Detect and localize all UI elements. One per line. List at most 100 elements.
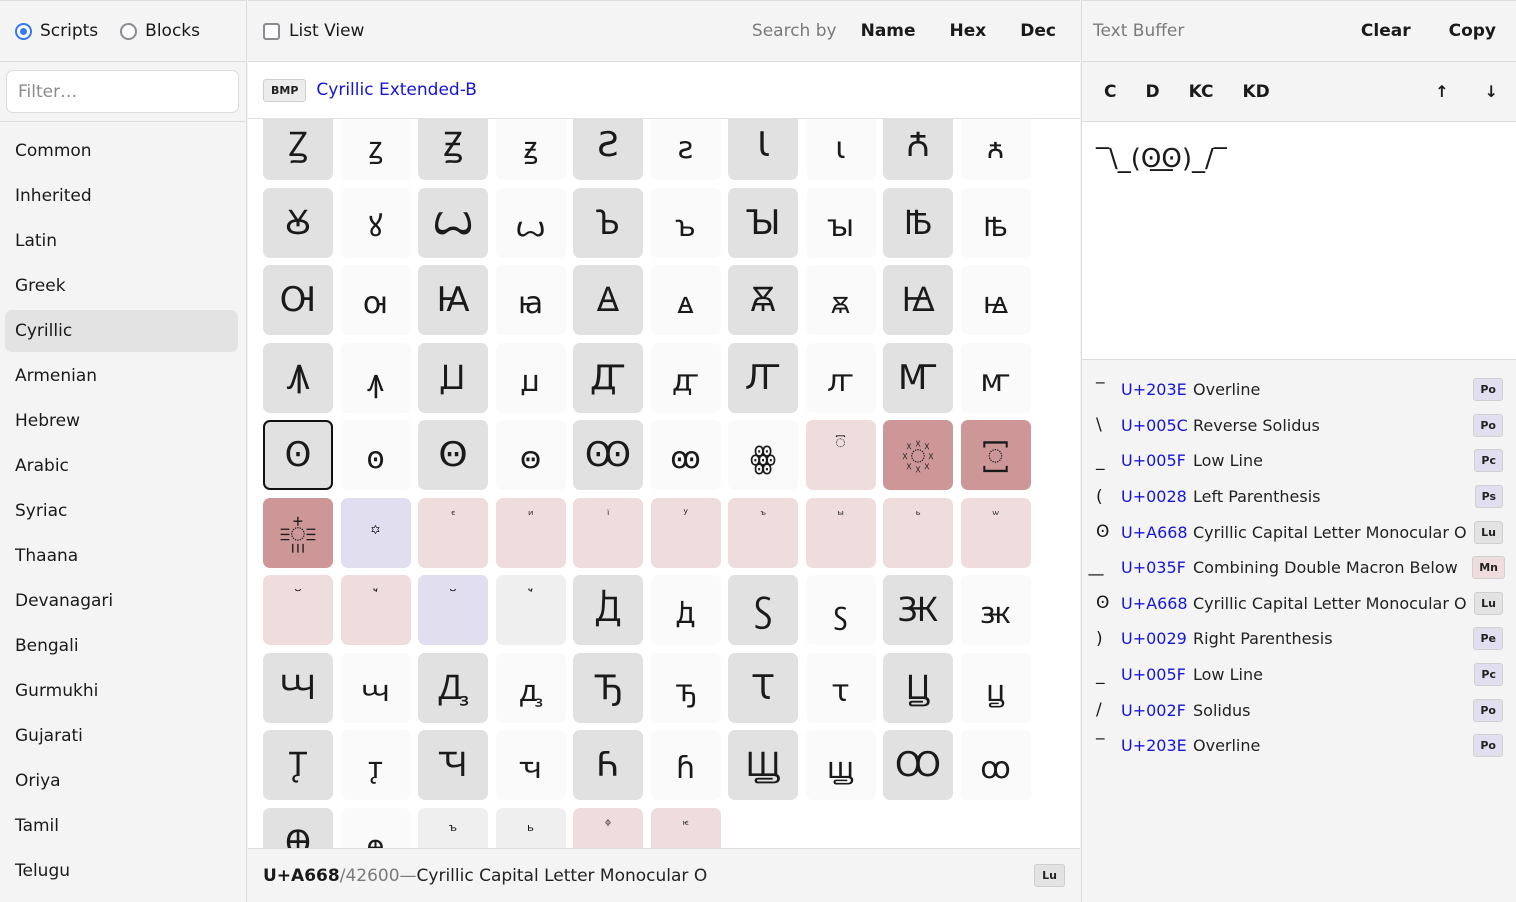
char-tile-a695[interactable]: ꚕ <box>650 730 721 800</box>
char-tile-a649[interactable]: ꙉ <box>960 119 1031 180</box>
arrow-down-icon[interactable]: ↓ <box>1485 82 1498 101</box>
char-tile-a646[interactable]: Ꙇ <box>728 119 798 180</box>
char-tile-a66a[interactable]: Ꙫ <box>418 420 488 490</box>
char-tile-a654[interactable]: Ꙕ <box>263 265 333 335</box>
search-hex-button[interactable]: Hex <box>950 21 987 41</box>
normalize-c-button[interactable]: C <box>1104 82 1116 102</box>
list-view-toggle[interactable]: List View <box>263 21 364 41</box>
char-tile-a69f[interactable]: ꚟ <box>650 807 721 848</box>
arrow-up-icon[interactable]: ↑ <box>1435 82 1448 101</box>
buffer-char-row[interactable]: ͟U+035FCombining Double Macron Below Mn <box>1082 550 1516 586</box>
char-tile-a64c[interactable]: Ꙍ <box>418 187 488 258</box>
char-tile-a67a[interactable]: ꙺ <box>883 497 953 568</box>
char-tile-a67d[interactable]: ꙽ <box>340 575 411 645</box>
char-code-link[interactable]: U+005F <box>1121 451 1193 470</box>
char-tile-a665[interactable]: ꙥ <box>805 342 876 413</box>
sidebar-item-gujarati[interactable]: Gujarati <box>5 715 238 757</box>
char-tile-a64d[interactable]: ꙍ <box>495 187 566 258</box>
char-tile-a676[interactable]: ꙶ <box>573 497 643 568</box>
char-code-link[interactable]: U+203E <box>1121 736 1193 755</box>
char-tile-a69d[interactable]: ꚝ <box>495 807 566 848</box>
char-tile-a667[interactable]: ꙧ <box>960 342 1031 413</box>
char-code-link[interactable]: U+0029 <box>1121 629 1193 648</box>
sidebar-item-cyrillic[interactable]: Cyrillic <box>5 310 238 352</box>
char-tile-a67c[interactable]: ꙼ <box>263 575 333 645</box>
clear-button[interactable]: Clear <box>1361 21 1411 41</box>
char-tile-a681[interactable]: ꚁ <box>650 575 721 645</box>
char-tile-a689[interactable]: ꚉ <box>495 652 566 723</box>
char-tile-a674[interactable]: ꙴ <box>418 497 488 568</box>
char-tile-a678[interactable]: ꙸ <box>728 497 798 568</box>
char-tile-a68b[interactable]: ꚋ <box>650 652 721 723</box>
char-tile-a68f[interactable]: ꚏ <box>960 652 1031 723</box>
char-tile-a647[interactable]: ꙇ <box>805 119 876 180</box>
char-tile-a66b[interactable]: ꙫ <box>495 420 566 490</box>
block-name-link[interactable]: Cyrillic Extended-B <box>316 80 477 100</box>
sidebar-item-gurmukhi[interactable]: Gurmukhi <box>5 670 238 712</box>
char-code-link[interactable]: U+002F <box>1121 701 1193 720</box>
char-tile-a68d[interactable]: ꚍ <box>805 652 876 723</box>
char-tile-a673[interactable]: ꙳ <box>340 497 411 568</box>
char-tile-a67b[interactable]: ꙻ <box>960 497 1031 568</box>
radio-blocks[interactable]: Blocks <box>120 21 200 41</box>
char-tile-a66f[interactable]: ◌꙯ <box>805 420 876 490</box>
char-tile-a668[interactable]: Ꙩ <box>263 420 333 490</box>
buffer-char-row[interactable]: \ U+005C Reverse Solidus Po <box>1082 408 1516 444</box>
char-tile-a677[interactable]: ꙷ <box>650 497 721 568</box>
character-grid-scroll[interactable]: ꙀꙁꙂꙃꙄꙅꙆꙇꙈꙉ ꙊꙋꙌꙍꙎꙏꙐꙑꙒꙓ ꙔꙕꙖꙗꙘꙙꙚꙛꙜꙝ ꙞꙟꙠꙡꙢꙣꙤꙥꙦꙧ… <box>248 119 1080 848</box>
char-code-link[interactable]: U+0028 <box>1121 487 1193 506</box>
buffer-char-row[interactable]: ‾ U+203E Overline Po <box>1082 372 1516 408</box>
char-code-link[interactable]: U+005C <box>1121 416 1193 435</box>
char-tile-a68a[interactable]: Ꚋ <box>573 652 643 723</box>
char-code-link[interactable]: U+035F <box>1121 558 1193 577</box>
sidebar-item-arabic[interactable]: Arabic <box>5 445 238 487</box>
sidebar-item-armenian[interactable]: Armenian <box>5 355 238 397</box>
char-tile-a659[interactable]: ꙙ <box>650 265 721 335</box>
char-code-link[interactable]: U+A668 <box>1121 594 1193 613</box>
char-tile-a672[interactable]: ◌꙲ <box>263 497 333 568</box>
sidebar-item-syriac[interactable]: Syriac <box>5 490 238 532</box>
char-tile-a64f[interactable]: ꙏ <box>650 187 721 258</box>
char-tile-a65d[interactable]: ꙝ <box>960 265 1031 335</box>
char-tile-a68c[interactable]: Ꚍ <box>728 652 798 723</box>
char-tile-a652[interactable]: Ꙓ <box>883 187 953 258</box>
char-tile-a688[interactable]: Ꚉ <box>418 652 488 723</box>
char-tile-a693[interactable]: ꚓ <box>495 730 566 800</box>
char-tile-a692[interactable]: Ꚓ <box>418 730 488 800</box>
buffer-char-row[interactable]: / U+002F Solidus Po <box>1082 692 1516 728</box>
char-tile-a64e[interactable]: Ꙏ <box>573 187 643 258</box>
sidebar-item-devanagari[interactable]: Devanagari <box>5 580 238 622</box>
buffer-char-row[interactable]: Ꙩ U+A668 Cyrillic Capital Letter Monocular… <box>1082 586 1516 622</box>
char-tile-a68e[interactable]: Ꚏ <box>883 652 953 723</box>
char-tile-a698[interactable]: Ꚙ <box>883 730 953 800</box>
char-tile-a663[interactable]: ꙣ <box>650 342 721 413</box>
char-tile-a690[interactable]: Ꚑ <box>263 730 333 800</box>
search-name-button[interactable]: Name <box>861 21 916 41</box>
radio-scripts[interactable]: Scripts <box>15 21 98 41</box>
char-tile-a669[interactable]: ꙩ <box>340 420 411 490</box>
char-code-link[interactable]: U+005F <box>1121 665 1193 684</box>
char-tile-a64b[interactable]: ꙋ <box>340 187 411 258</box>
char-tile-a657[interactable]: ꙗ <box>495 265 566 335</box>
copy-button[interactable]: Copy <box>1449 21 1496 41</box>
normalize-kc-button[interactable]: KC <box>1189 82 1214 102</box>
char-tile-a69b[interactable]: ꚛ <box>340 807 411 848</box>
char-tile-a670[interactable]: ◌꙰ <box>883 420 953 490</box>
char-tile-a655[interactable]: ꙕ <box>340 265 411 335</box>
sidebar-item-hebrew[interactable]: Hebrew <box>5 400 238 442</box>
char-tile-a641[interactable]: ꙁ <box>340 119 411 180</box>
char-tile-a69e[interactable]: ꚞ <box>573 807 643 848</box>
char-tile-a66e[interactable]: ꙮ <box>728 420 798 490</box>
char-tile-a65a[interactable]: Ꙛ <box>728 265 798 335</box>
char-tile-a645[interactable]: ꙅ <box>650 119 721 180</box>
char-tile-a684[interactable]: Ꚅ <box>883 575 953 645</box>
char-tile-a656[interactable]: Ꙗ <box>418 265 488 335</box>
char-tile-a640[interactable]: Ꙁ <box>263 119 333 180</box>
buffer-char-row[interactable]: _ U+005F Low Line Pc <box>1082 443 1516 479</box>
char-tile-a694[interactable]: Ꚕ <box>573 730 643 800</box>
sidebar-item-tamil[interactable]: Tamil <box>5 805 238 847</box>
char-tile-a679[interactable]: ꙹ <box>805 497 876 568</box>
char-code-link[interactable]: U+A668 <box>1121 523 1193 542</box>
char-tile-a699[interactable]: ꚙ <box>960 730 1031 800</box>
sidebar-item-telugu[interactable]: Telugu <box>5 850 238 892</box>
